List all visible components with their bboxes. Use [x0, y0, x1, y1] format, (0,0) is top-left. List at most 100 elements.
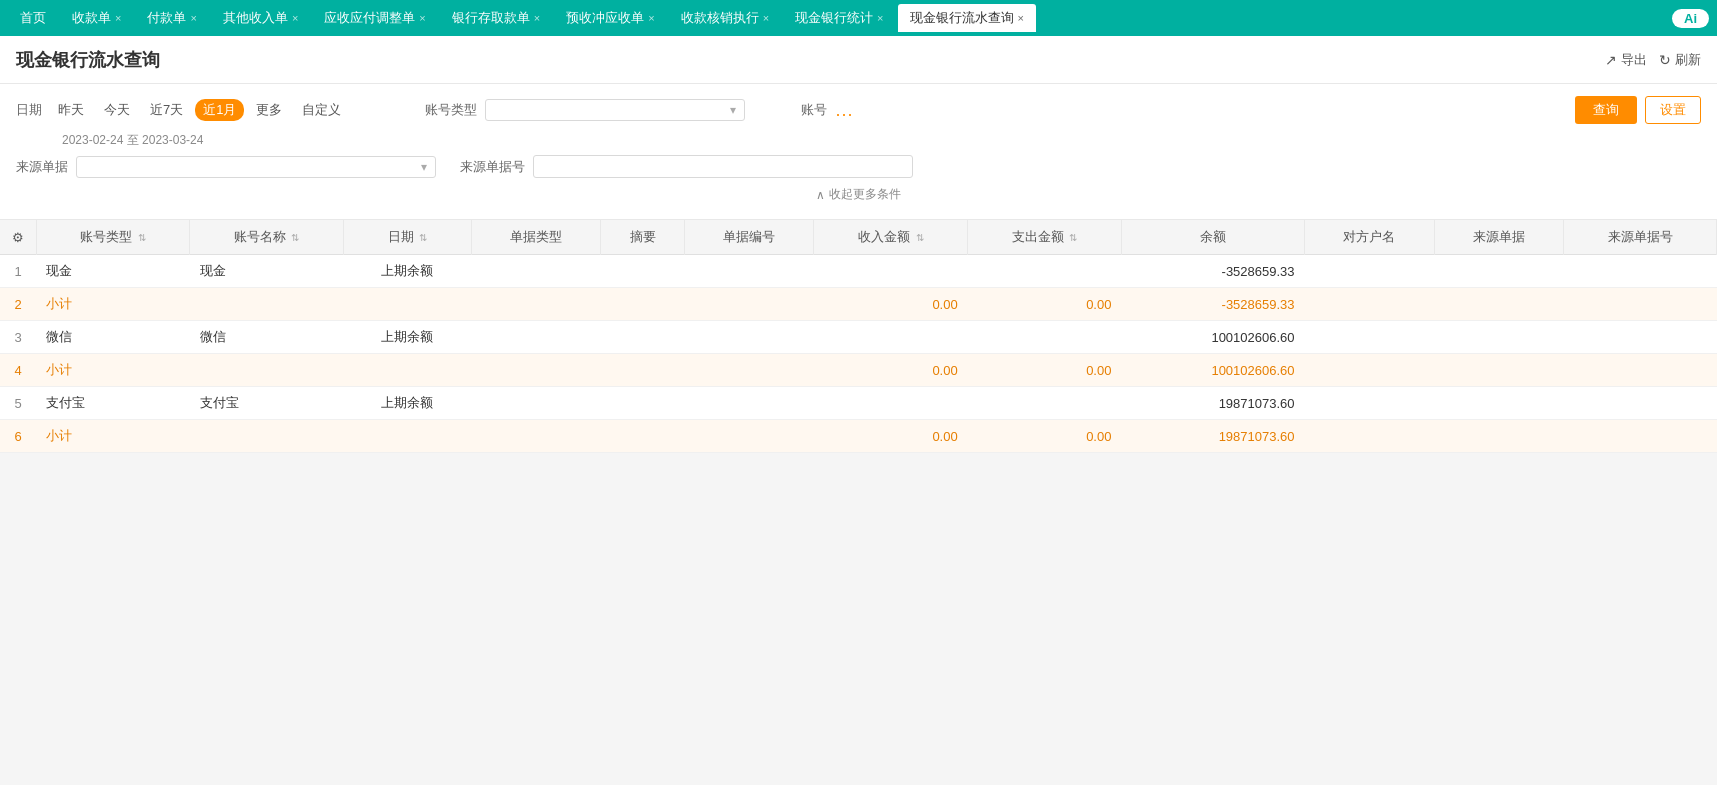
refresh-button[interactable]: ↻ 刷新 [1659, 51, 1701, 69]
date-btn-custom[interactable]: 自定义 [294, 99, 349, 121]
date-btn-today[interactable]: 今天 [96, 99, 138, 121]
chevron-down-icon: ▾ [421, 160, 427, 174]
cell-counterpart [1305, 354, 1435, 387]
cell-doc-type [471, 288, 601, 321]
cell-expense: 0.00 [968, 420, 1122, 453]
cell-account-type: 小计 [36, 288, 190, 321]
th-account-type[interactable]: 账号类型 ⇅ [36, 220, 190, 255]
cell-doc-type [471, 321, 601, 354]
cell-date [344, 420, 472, 453]
nav-tab-银行存取款单[interactable]: 银行存取款单 × [440, 4, 552, 32]
cell-source-doc-no [1564, 354, 1717, 387]
th-settings[interactable]: ⚙ [0, 220, 36, 255]
th-income[interactable]: 收入金额 ⇅ [814, 220, 968, 255]
source-doc-no-label: 来源单据号 [460, 158, 525, 176]
export-icon: ↗ [1605, 52, 1617, 68]
sort-icon: ⇅ [138, 232, 146, 243]
cell-doc-type [471, 255, 601, 288]
close-icon[interactable]: × [292, 12, 298, 24]
th-balance[interactable]: 余额 [1121, 220, 1304, 255]
cell-account-name: 现金 [190, 255, 344, 288]
cell-source-doc-no [1564, 321, 1717, 354]
nav-tab-label: 现金银行流水查询 [910, 9, 1014, 27]
source-doc-no-input[interactable] [533, 155, 913, 178]
close-icon[interactable]: × [648, 12, 654, 24]
cell-income [814, 387, 968, 420]
date-range-display: 2023-02-24 至 2023-03-24 [58, 132, 1701, 149]
nav-tab-label: 应收应付调整单 [324, 9, 415, 27]
close-icon[interactable]: × [419, 12, 425, 24]
th-account-name[interactable]: 账号名称 ⇅ [190, 220, 344, 255]
cell-date [344, 288, 472, 321]
nav-tab-预收冲应收单[interactable]: 预收冲应收单 × [554, 4, 666, 32]
th-date[interactable]: 日期 ⇅ [344, 220, 472, 255]
export-button[interactable]: ↗ 导出 [1605, 51, 1647, 69]
ai-badge[interactable]: Ai [1672, 9, 1709, 28]
cell-expense: 0.00 [968, 288, 1122, 321]
cell-summary [601, 255, 684, 288]
export-label: 导出 [1621, 51, 1647, 69]
cell-income: 0.00 [814, 420, 968, 453]
date-btn-yesterday[interactable]: 昨天 [50, 99, 92, 121]
settings-icon[interactable]: ⚙ [12, 230, 24, 245]
account-type-select[interactable]: ▾ [485, 99, 745, 121]
cell-account-type: 小计 [36, 420, 190, 453]
th-counterpart[interactable]: 对方户名 [1305, 220, 1435, 255]
nav-tab-现金银行流水查询[interactable]: 现金银行流水查询 × [898, 4, 1036, 32]
data-table: ⚙ 账号类型 ⇅ 账号名称 ⇅ 日期 ⇅ 单据类型 摘要 [0, 220, 1717, 453]
cell-income [814, 255, 968, 288]
th-summary[interactable]: 摘要 [601, 220, 684, 255]
cell-expense [968, 321, 1122, 354]
query-button[interactable]: 查询 [1575, 96, 1637, 124]
collapse-bar[interactable]: ∧ 收起更多条件 [16, 182, 1701, 211]
cell-doc-no [684, 354, 814, 387]
close-icon[interactable]: × [115, 12, 121, 24]
nav-tab-应收应付调整单[interactable]: 应收应付调整单 × [312, 4, 437, 32]
settings-button[interactable]: 设置 [1645, 96, 1701, 124]
cell-account-type: 小计 [36, 354, 190, 387]
th-expense[interactable]: 支出金额 ⇅ [968, 220, 1122, 255]
cell-balance: 100102606.60 [1121, 354, 1304, 387]
nav-tab-收款单[interactable]: 收款单 × [60, 4, 133, 32]
cell-expense: 0.00 [968, 354, 1122, 387]
close-icon[interactable]: × [763, 12, 769, 24]
date-btn-1month[interactable]: 近1月 [195, 99, 244, 121]
nav-tab-label: 其他收入单 [223, 9, 288, 27]
date-btn-7days[interactable]: 近7天 [142, 99, 191, 121]
close-icon[interactable]: × [534, 12, 540, 24]
date-btn-more[interactable]: 更多 [248, 99, 290, 121]
close-icon[interactable]: × [1018, 12, 1024, 24]
close-icon[interactable]: × [190, 12, 196, 24]
date-label: 日期 [16, 101, 42, 119]
header-actions: ↗ 导出 ↻ 刷新 [1605, 51, 1701, 69]
cell-summary [601, 288, 684, 321]
cell-num: 2 [0, 288, 36, 321]
nav-tab-现金银行统计[interactable]: 现金银行统计 × [783, 4, 895, 32]
account-dots[interactable]: ... [835, 100, 853, 121]
nav-tab-其他收入单[interactable]: 其他收入单 × [211, 4, 310, 32]
source-doc-select[interactable]: ▾ [76, 156, 436, 178]
close-icon[interactable]: × [877, 12, 883, 24]
nav-tab-label: 付款单 [147, 9, 186, 27]
cell-counterpart [1305, 387, 1435, 420]
nav-home[interactable]: 首页 [8, 9, 58, 27]
nav-tab-label: 预收冲应收单 [566, 9, 644, 27]
cell-doc-no [684, 387, 814, 420]
th-doc-type[interactable]: 单据类型 [471, 220, 601, 255]
cell-balance: 19871073.60 [1121, 420, 1304, 453]
cell-balance: -3528659.33 [1121, 255, 1304, 288]
th-source-doc[interactable]: 来源单据 [1434, 220, 1564, 255]
sort-icon: ⇅ [916, 232, 924, 243]
cell-balance: 19871073.60 [1121, 387, 1304, 420]
th-source-doc-no[interactable]: 来源单据号 [1564, 220, 1717, 255]
cell-num: 4 [0, 354, 36, 387]
filter-row-2: 来源单据 ▾ 来源单据号 [16, 155, 1701, 178]
table-row: 2小计0.000.00-3528659.33 [0, 288, 1717, 321]
cell-account-name [190, 288, 344, 321]
nav-tab-收款核销执行[interactable]: 收款核销执行 × [669, 4, 781, 32]
cell-num: 6 [0, 420, 36, 453]
nav-tab-付款单[interactable]: 付款单 × [135, 4, 208, 32]
cell-account-name [190, 420, 344, 453]
th-doc-no[interactable]: 单据编号 [684, 220, 814, 255]
account-filter: 账号 ... [801, 100, 853, 121]
